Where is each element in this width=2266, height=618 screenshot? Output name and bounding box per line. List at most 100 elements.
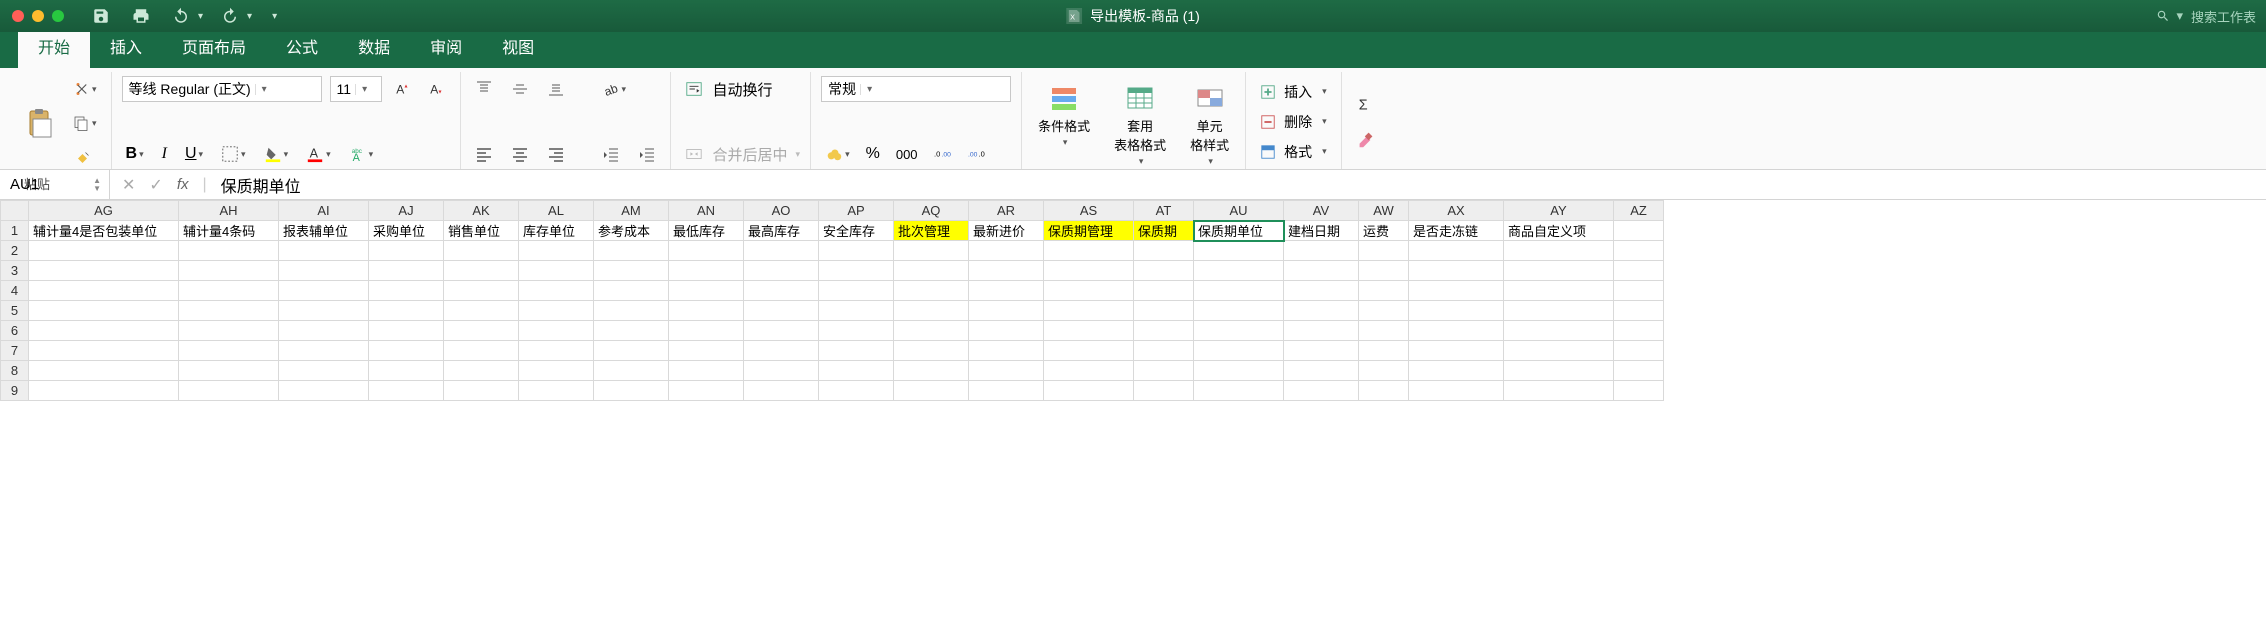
align-bottom-icon[interactable] bbox=[543, 76, 569, 102]
cell-AR6[interactable] bbox=[969, 321, 1044, 341]
print-icon[interactable] bbox=[128, 3, 154, 29]
cell-AY3[interactable] bbox=[1504, 261, 1614, 281]
tab-视图[interactable]: 视图 bbox=[482, 26, 554, 68]
cell-AK9[interactable] bbox=[444, 381, 519, 401]
cell-AW1[interactable]: 运费 bbox=[1359, 221, 1409, 241]
cell-AI7[interactable] bbox=[279, 341, 369, 361]
column-header-AR[interactable]: AR bbox=[969, 201, 1044, 221]
cell-AR9[interactable] bbox=[969, 381, 1044, 401]
cell-AR1[interactable]: 最新进价 bbox=[969, 221, 1044, 241]
cell-AN5[interactable] bbox=[669, 301, 744, 321]
cell-AV6[interactable] bbox=[1284, 321, 1359, 341]
column-header-AH[interactable]: AH bbox=[179, 201, 279, 221]
align-right-icon[interactable] bbox=[543, 141, 569, 167]
tab-公式[interactable]: 公式 bbox=[266, 26, 338, 68]
cell-AL9[interactable] bbox=[519, 381, 594, 401]
column-header-AZ[interactable]: AZ bbox=[1614, 201, 1664, 221]
cell-AW3[interactable] bbox=[1359, 261, 1409, 281]
cell-AR7[interactable] bbox=[969, 341, 1044, 361]
row-header-4[interactable]: 4 bbox=[1, 281, 29, 301]
cell-AH5[interactable] bbox=[179, 301, 279, 321]
cell-AN2[interactable] bbox=[669, 241, 744, 261]
cell-AW6[interactable] bbox=[1359, 321, 1409, 341]
autosum-icon[interactable]: Σ bbox=[1352, 91, 1378, 117]
cell-AX5[interactable] bbox=[1409, 301, 1504, 321]
column-header-AM[interactable]: AM bbox=[594, 201, 669, 221]
cell-AG8[interactable] bbox=[29, 361, 179, 381]
cell-AX9[interactable] bbox=[1409, 381, 1504, 401]
cell-AT4[interactable] bbox=[1134, 281, 1194, 301]
cell-AY2[interactable] bbox=[1504, 241, 1614, 261]
wrap-text-icon[interactable] bbox=[681, 76, 707, 102]
redo-dropdown[interactable]: ▾ bbox=[247, 11, 252, 22]
cell-AP9[interactable] bbox=[819, 381, 894, 401]
cell-AQ5[interactable] bbox=[894, 301, 969, 321]
cell-AS9[interactable] bbox=[1044, 381, 1134, 401]
cell-AX7[interactable] bbox=[1409, 341, 1504, 361]
cell-AW7[interactable] bbox=[1359, 341, 1409, 361]
comma-icon[interactable]: 000 bbox=[892, 143, 922, 166]
row-header-5[interactable]: 5 bbox=[1, 301, 29, 321]
cell-AT1[interactable]: 保质期 bbox=[1134, 221, 1194, 241]
tab-数据[interactable]: 数据 bbox=[338, 26, 410, 68]
cell-AU7[interactable] bbox=[1194, 341, 1284, 361]
cell-AP3[interactable] bbox=[819, 261, 894, 281]
cell-AQ6[interactable] bbox=[894, 321, 969, 341]
cell-AK8[interactable] bbox=[444, 361, 519, 381]
cell-AY9[interactable] bbox=[1504, 381, 1614, 401]
cell-AG7[interactable] bbox=[29, 341, 179, 361]
cell-AS2[interactable] bbox=[1044, 241, 1134, 261]
cell-AU2[interactable] bbox=[1194, 241, 1284, 261]
cell-AZ4[interactable] bbox=[1614, 281, 1664, 301]
cell-AQ4[interactable] bbox=[894, 281, 969, 301]
cell-AW8[interactable] bbox=[1359, 361, 1409, 381]
save-icon[interactable] bbox=[88, 3, 114, 29]
format-as-table-button[interactable]: 套用 表格格式▾ bbox=[1108, 80, 1172, 169]
cell-AW2[interactable] bbox=[1359, 241, 1409, 261]
tab-审阅[interactable]: 审阅 bbox=[410, 26, 482, 68]
cell-AV4[interactable] bbox=[1284, 281, 1359, 301]
cell-AU4[interactable] bbox=[1194, 281, 1284, 301]
cell-AL1[interactable]: 库存单位 bbox=[519, 221, 594, 241]
align-center-icon[interactable] bbox=[507, 141, 533, 167]
cell-AI3[interactable] bbox=[279, 261, 369, 281]
cell-AG9[interactable] bbox=[29, 381, 179, 401]
cell-AJ2[interactable] bbox=[369, 241, 444, 261]
cell-AU8[interactable] bbox=[1194, 361, 1284, 381]
formula-input[interactable]: 保质期单位 bbox=[221, 173, 301, 197]
cell-AV8[interactable] bbox=[1284, 361, 1359, 381]
insert-cells-button[interactable]: 插入▾ bbox=[1256, 80, 1331, 104]
decrease-decimal-icon[interactable]: .00.0 bbox=[964, 141, 990, 167]
cell-AG4[interactable] bbox=[29, 281, 179, 301]
format-cells-button[interactable]: 格式▾ bbox=[1256, 140, 1331, 164]
cell-AG6[interactable] bbox=[29, 321, 179, 341]
cell-AX4[interactable] bbox=[1409, 281, 1504, 301]
undo-dropdown[interactable]: ▾ bbox=[198, 11, 203, 22]
cell-AO4[interactable] bbox=[744, 281, 819, 301]
cell-AR2[interactable] bbox=[969, 241, 1044, 261]
font-name-dropdown[interactable]: 等线 Regular (正文)▾ bbox=[122, 76, 322, 102]
cell-AG1[interactable]: 辅计量4是否包装单位 bbox=[29, 221, 179, 241]
cell-AY7[interactable] bbox=[1504, 341, 1614, 361]
clear-icon[interactable] bbox=[1352, 127, 1378, 153]
cell-AH8[interactable] bbox=[179, 361, 279, 381]
cell-AJ4[interactable] bbox=[369, 281, 444, 301]
cell-AO2[interactable] bbox=[744, 241, 819, 261]
maximize-window-button[interactable] bbox=[52, 10, 64, 22]
cell-AP6[interactable] bbox=[819, 321, 894, 341]
cell-AX2[interactable] bbox=[1409, 241, 1504, 261]
cell-AL7[interactable] bbox=[519, 341, 594, 361]
increase-font-icon[interactable]: A▴ bbox=[390, 76, 416, 102]
cell-AL5[interactable] bbox=[519, 301, 594, 321]
cell-AK6[interactable] bbox=[444, 321, 519, 341]
enter-icon[interactable]: ✓ bbox=[149, 175, 162, 195]
wrap-text-button[interactable]: 自动换行 bbox=[713, 79, 773, 100]
cell-AS1[interactable]: 保质期管理 bbox=[1044, 221, 1134, 241]
cell-AZ7[interactable] bbox=[1614, 341, 1664, 361]
row-header-1[interactable]: 1 bbox=[1, 221, 29, 241]
column-header-AK[interactable]: AK bbox=[444, 201, 519, 221]
redo-icon[interactable] bbox=[217, 3, 243, 29]
column-header-AG[interactable]: AG bbox=[29, 201, 179, 221]
cell-AX8[interactable] bbox=[1409, 361, 1504, 381]
cell-AT2[interactable] bbox=[1134, 241, 1194, 261]
